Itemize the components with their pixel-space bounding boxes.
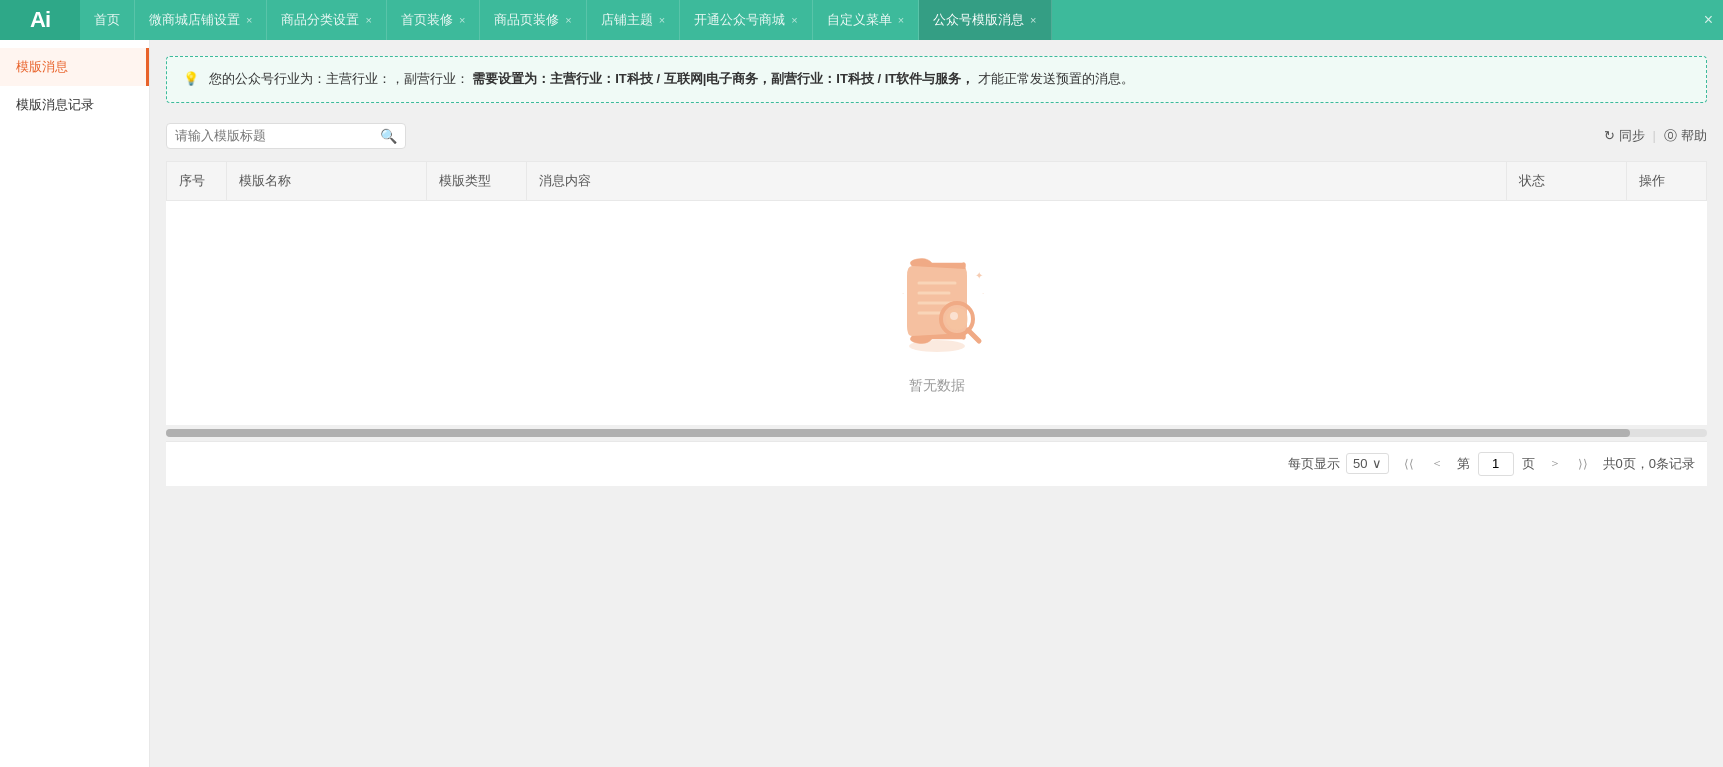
notice-suffix: 才能正常发送预置的消息。	[978, 71, 1134, 86]
close-tab-icon-6[interactable]: ×	[791, 14, 797, 26]
sync-button[interactable]: ↻ 同步	[1604, 127, 1645, 145]
notice-prefix: 您的公众号行业为：主营行业：，副营行业：	[209, 71, 469, 86]
table-header-2: 模版类型	[427, 161, 527, 200]
last-page-button[interactable]: ⟩⟩	[1571, 452, 1595, 476]
next-page-button[interactable]: ＞	[1543, 452, 1567, 476]
svg-point-8	[950, 312, 958, 320]
page-prefix: 第	[1457, 455, 1470, 473]
notice-highlight: 需要设置为：主营行业：IT科技 / 互联网|电子商务，副营行业：IT科技 / I…	[472, 71, 974, 86]
page-size-select: 每页显示 50 ∨	[1288, 453, 1388, 474]
notice-box: 💡 您的公众号行业为：主营行业：，副营行业： 需要设置为：主营行业：IT科技 /…	[166, 56, 1707, 103]
global-close-button[interactable]: ×	[1704, 11, 1713, 29]
nav-tabs: 首页微商城店铺设置×商品分类设置×首页装修×商品页装修×店铺主题×开通公众号商城…	[80, 0, 1723, 40]
main-layout: 模版消息模版消息记录 💡 您的公众号行业为：主营行业：，副营行业： 需要设置为：…	[0, 40, 1723, 767]
page-size-value: 50	[1353, 456, 1367, 471]
scrollbar-thumb[interactable]	[166, 429, 1630, 437]
close-tab-icon-3[interactable]: ×	[459, 14, 465, 26]
top-nav: Ai 首页微商城店铺设置×商品分类设置×首页装修×商品页装修×店铺主题×开通公众…	[0, 0, 1723, 40]
table-header-3: 消息内容	[527, 161, 1507, 200]
data-table: 序号模版名称模版类型消息内容状态操作	[166, 161, 1707, 201]
close-tab-icon-4[interactable]: ×	[565, 14, 571, 26]
help-icon: ⓪	[1664, 127, 1677, 145]
nav-tab-6[interactable]: 开通公众号商城×	[680, 0, 812, 40]
prev-page-button[interactable]: ＜	[1425, 452, 1449, 476]
svg-text:·: ·	[902, 289, 904, 298]
empty-state: ✦ · · 暂无数据	[166, 201, 1707, 425]
nav-tab-2[interactable]: 商品分类设置×	[267, 0, 386, 40]
first-page-button[interactable]: ⟨⟨	[1397, 452, 1421, 476]
table-header-row: 序号模版名称模版类型消息内容状态操作	[167, 161, 1707, 200]
search-actions: ↻ 同步 | ⓪ 帮助	[1604, 127, 1707, 145]
page-navigation: ⟨⟨ ＜ 第 页 ＞ ⟩⟩	[1397, 452, 1595, 476]
page-size-label: 每页显示	[1288, 455, 1340, 473]
table-header-0: 序号	[167, 161, 227, 200]
nav-tab-1[interactable]: 微商城店铺设置×	[135, 0, 267, 40]
table-header-1: 模版名称	[227, 161, 427, 200]
svg-text:✦: ✦	[975, 270, 983, 281]
close-tab-icon-8[interactable]: ×	[1030, 14, 1036, 26]
sync-icon: ↻	[1604, 128, 1615, 143]
sidebar: 模版消息模版消息记录	[0, 40, 150, 767]
logo: Ai	[0, 0, 80, 40]
notice-icon: 💡	[183, 71, 199, 86]
nav-tab-8[interactable]: 公众号模版消息×	[919, 0, 1051, 40]
nav-tab-4[interactable]: 商品页装修×	[480, 0, 586, 40]
chevron-down-icon: ∨	[1372, 456, 1382, 471]
nav-tab-7[interactable]: 自定义菜单×	[813, 0, 919, 40]
close-tab-icon-2[interactable]: ×	[365, 14, 371, 26]
total-info: 共0页，0条记录	[1603, 455, 1695, 473]
svg-line-7	[968, 330, 979, 341]
nav-tab-0[interactable]: 首页	[80, 0, 135, 40]
help-label: 帮助	[1681, 127, 1707, 145]
table-header-5: 操作	[1627, 161, 1707, 200]
search-icon[interactable]: 🔍	[380, 128, 397, 144]
sync-label: 同步	[1619, 127, 1645, 145]
content-area: 💡 您的公众号行业为：主营行业：，副营行业： 需要设置为：主营行业：IT科技 /…	[150, 40, 1723, 767]
sidebar-item-0[interactable]: 模版消息	[0, 48, 149, 86]
svg-point-6	[946, 308, 968, 330]
page-size-dropdown[interactable]: 50 ∨	[1346, 453, 1388, 474]
empty-text: 暂无数据	[909, 377, 965, 395]
search-bar: 🔍 ↻ 同步 | ⓪ 帮助	[166, 123, 1707, 149]
page-number-input[interactable]	[1478, 452, 1514, 476]
sidebar-item-1[interactable]: 模版消息记录	[0, 86, 149, 124]
divider: |	[1653, 128, 1656, 143]
page-unit: 页	[1522, 455, 1535, 473]
horizontal-scrollbar[interactable]	[166, 429, 1707, 437]
search-input[interactable]	[175, 128, 380, 143]
nav-tab-3[interactable]: 首页装修×	[387, 0, 480, 40]
close-tab-icon-1[interactable]: ×	[246, 14, 252, 26]
pagination: 每页显示 50 ∨ ⟨⟨ ＜ 第 页 ＞ ⟩⟩ 共0页，0条记录	[166, 441, 1707, 486]
search-input-wrap[interactable]: 🔍	[166, 123, 406, 149]
close-tab-icon-5[interactable]: ×	[659, 14, 665, 26]
svg-text:·: ·	[982, 289, 984, 298]
nav-tab-5[interactable]: 店铺主题×	[587, 0, 680, 40]
help-button[interactable]: ⓪ 帮助	[1664, 127, 1707, 145]
empty-illustration: ✦ · ·	[877, 241, 997, 361]
close-tab-icon-7[interactable]: ×	[898, 14, 904, 26]
table-header-4: 状态	[1507, 161, 1627, 200]
